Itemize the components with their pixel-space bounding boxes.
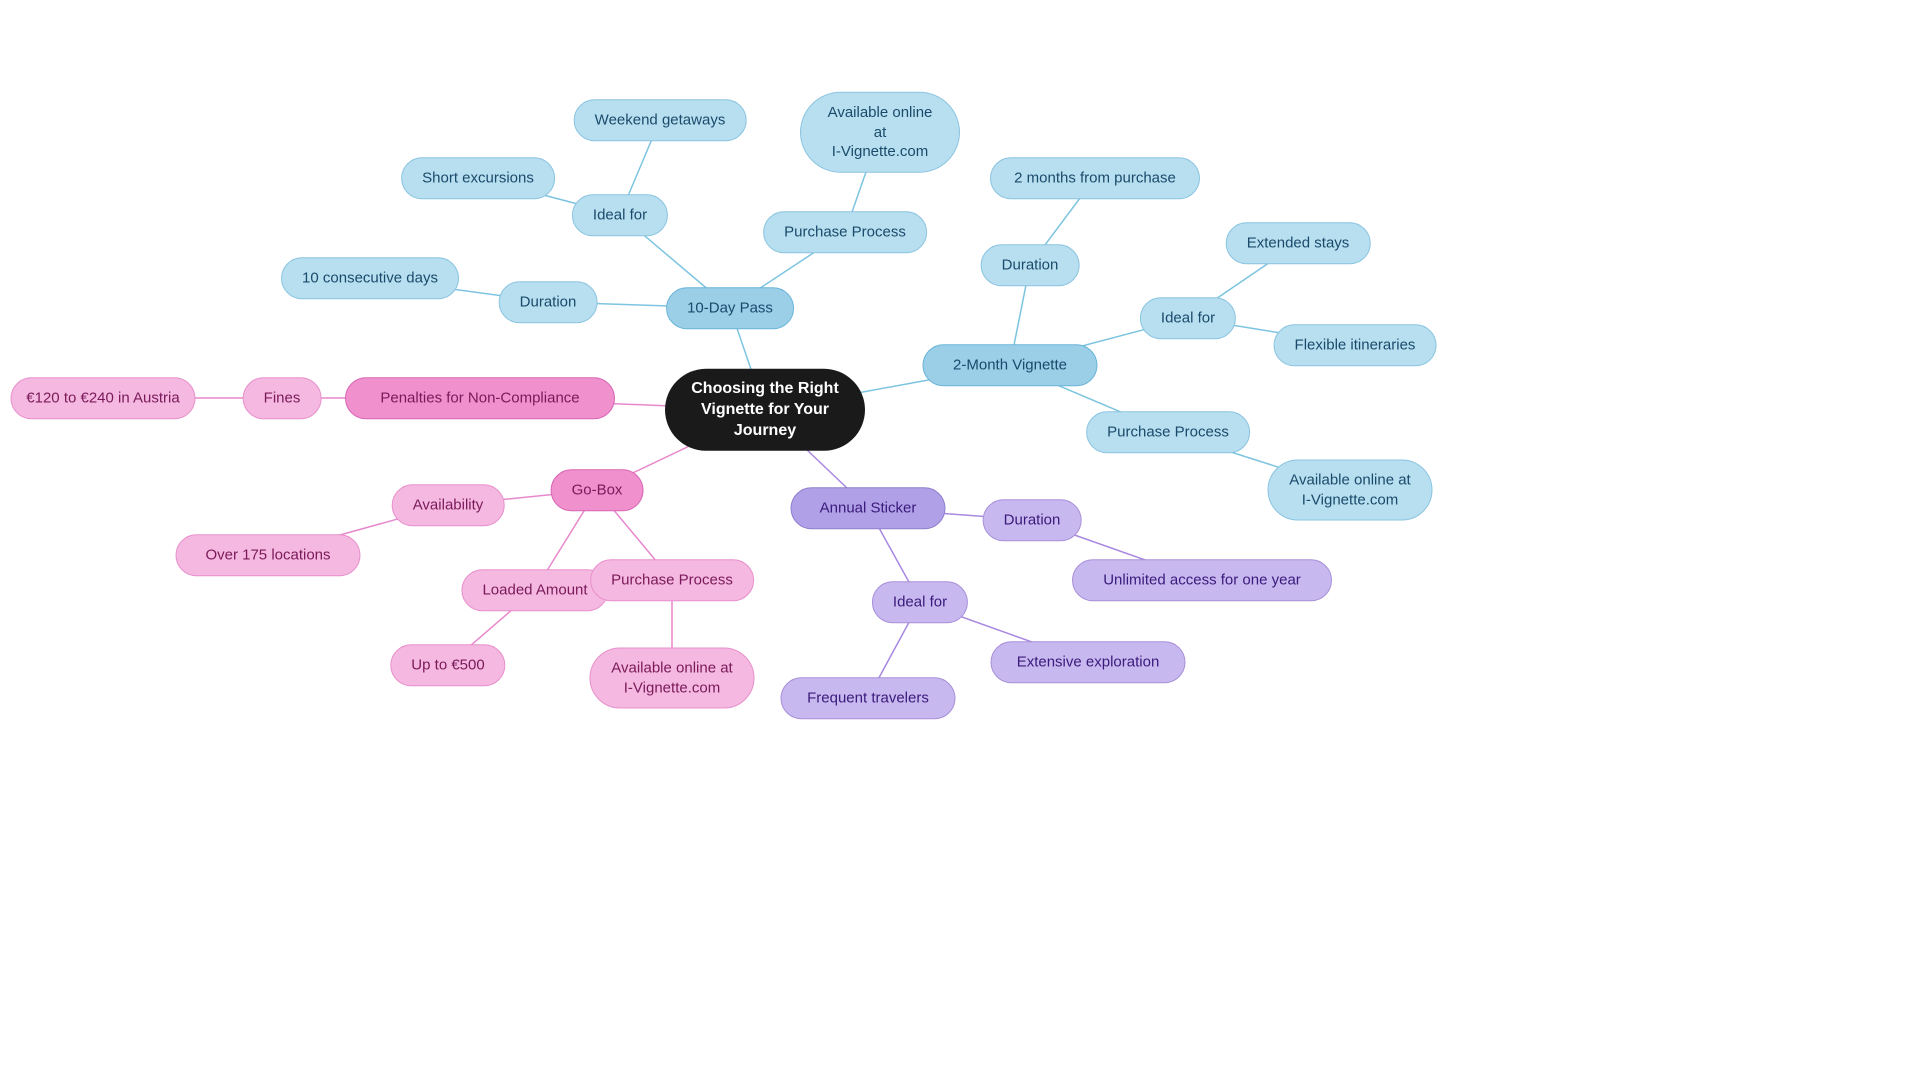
over-175-node: Over 175 locations (176, 534, 361, 576)
loaded-amount-node: Loaded Amount (461, 569, 608, 611)
two-month-purchase-node: Purchase Process (1086, 411, 1250, 453)
two-month-ideal-for-node: Ideal for (1140, 297, 1236, 339)
unlimited-access-node: Unlimited access for one year (1072, 559, 1332, 601)
ten-day-ideal-for-node: Ideal for (572, 194, 668, 236)
ten-day-pass-node: 10-Day Pass (666, 287, 794, 329)
extensive-exploration-node: Extensive exploration (991, 641, 1186, 683)
flexible-itineraries-node: Flexible itineraries (1274, 324, 1437, 366)
go-box-node: Go-Box (551, 469, 644, 511)
euro-fine-node: €120 to €240 in Austria (11, 377, 196, 419)
extended-stays-node: Extended stays (1226, 222, 1371, 264)
available-online-1-node: Available online at I-Vignette.com (800, 92, 960, 173)
penalties-node: Penalties for Non-Compliance (345, 377, 615, 419)
go-box-purchase-node: Purchase Process (590, 559, 754, 601)
short-excursions-node: Short excursions (401, 157, 555, 199)
available-online-3-node: Available online at I-Vignette.com (590, 648, 755, 709)
two-months-from-purchase-node: 2 months from purchase (990, 157, 1200, 199)
frequent-travelers-node: Frequent travelers (781, 677, 956, 719)
two-month-vignette-node: 2-Month Vignette (923, 344, 1098, 386)
ten-day-purchase-node: Purchase Process (763, 211, 927, 253)
annual-sticker-node: Annual Sticker (791, 487, 946, 529)
fines-node: Fines (243, 377, 322, 419)
center-node: Choosing the Right Vignette for Your Jou… (665, 369, 865, 451)
availability-node: Availability (392, 484, 505, 526)
two-month-duration-node: Duration (981, 244, 1080, 286)
weekend-getaways-node: Weekend getaways (574, 99, 747, 141)
ten-consecutive-days-node: 10 consecutive days (281, 257, 459, 299)
ten-day-duration-node: Duration (499, 281, 598, 323)
annual-ideal-for-node: Ideal for (872, 581, 968, 623)
up-to-500-node: Up to €500 (390, 644, 505, 686)
annual-duration-node: Duration (983, 499, 1082, 541)
mindmap-container: Choosing the Right Vignette for Your Jou… (0, 0, 1920, 1083)
available-online-2-node: Available online at I-Vignette.com (1268, 460, 1433, 521)
